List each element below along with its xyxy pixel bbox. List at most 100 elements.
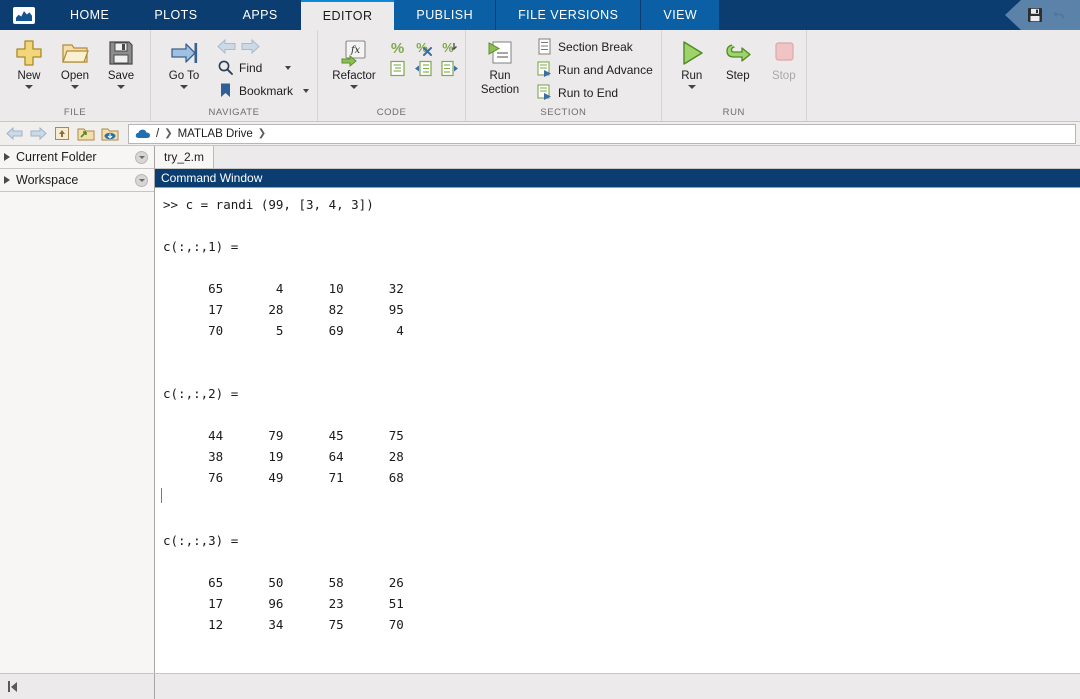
run-section-label-2: Section [480, 84, 520, 96]
ribbon-group-run: Run Step Stop RUN [662, 30, 807, 121]
forward-arrow-icon[interactable] [241, 38, 260, 54]
new-dropdown-caret[interactable] [25, 85, 33, 89]
current-folder-menu-icon[interactable] [135, 150, 148, 164]
workspace-menu-icon[interactable] [135, 173, 148, 187]
run-section-icon [486, 38, 514, 68]
open-label: Open [60, 70, 90, 82]
sidebar-item-workspace[interactable]: Workspace [0, 169, 154, 192]
save-button[interactable]: Save [98, 35, 144, 89]
ribbon-tab-plots[interactable]: PLOTS [132, 0, 221, 30]
run-to-end-button[interactable]: Run to End [534, 82, 655, 103]
new-label: New [17, 70, 41, 82]
run-dropdown-caret[interactable] [687, 85, 696, 89]
tab-bar-filler [720, 0, 1005, 30]
breadcrumb-matlab-drive[interactable]: MATLAB Drive [178, 128, 253, 140]
back-arrow-icon[interactable] [4, 125, 24, 143]
ribbon-tab-view[interactable]: VIEW [641, 0, 721, 30]
new-plus-icon [14, 38, 44, 68]
run-to-end-label: Run to End [558, 85, 619, 100]
section-break-label: Section Break [558, 39, 633, 54]
triangle-right-icon[interactable] [4, 176, 10, 184]
new-button[interactable]: New [6, 35, 52, 89]
breadcrumb-root[interactable]: / [156, 128, 159, 140]
run-and-advance-label: Run and Advance [558, 62, 653, 77]
document-tab-bar: try_2.m [155, 146, 1080, 169]
run-section-button[interactable]: Run Section [474, 35, 526, 96]
address-toolbar: / ❯ MATLAB Drive ❯ [0, 122, 1080, 146]
ribbon-group-run-label: RUN [722, 107, 745, 118]
sidebar-item-current-folder[interactable]: Current Folder [0, 146, 154, 169]
uncomment-percent-icon[interactable]: % [414, 39, 433, 56]
run-advance-icon [537, 61, 552, 77]
indent-left-icon[interactable] [440, 60, 459, 77]
ribbon-group-navigate-label: NAVIGATE [208, 107, 260, 118]
ribbon-tab-home[interactable]: HOME [48, 0, 133, 30]
command-window-output[interactable]: >> c = randi (99, [3, 4, 3]) c(:,:,1) = … [155, 194, 1080, 673]
triangle-right-icon[interactable] [4, 153, 10, 161]
back-arrow-icon[interactable] [217, 38, 236, 54]
ribbon-group-code-label: CODE [376, 107, 407, 118]
status-bar [0, 673, 1080, 699]
search-icon [218, 60, 233, 75]
smart-indent-icon[interactable] [388, 60, 407, 77]
step-arrow-icon [723, 38, 753, 68]
bookmark-button[interactable]: Bookmark [215, 80, 311, 101]
stop-square-icon [769, 38, 799, 68]
find-button[interactable]: Find [215, 57, 311, 78]
ribbon-tab-apps[interactable]: APPS [220, 0, 301, 30]
ribbon-group-code: fx Refactor % % % CODE [318, 30, 467, 121]
comment-percent-icon[interactable]: % [388, 39, 407, 56]
run-and-advance-button[interactable]: Run and Advance [534, 59, 655, 80]
forward-arrow-icon[interactable] [28, 125, 48, 143]
cloud-folder-icon[interactable] [100, 125, 120, 143]
text-caret [161, 488, 162, 503]
ribbon-tab-publish[interactable]: PUBLISH [394, 0, 497, 30]
goto-dropdown-caret[interactable] [180, 85, 188, 89]
collapse-left-icon[interactable] [8, 681, 17, 692]
refactor-label: Refactor [332, 70, 376, 82]
cloud-icon [135, 129, 150, 138]
goto-label: Go To [168, 70, 200, 82]
step-button[interactable]: Step [722, 35, 754, 82]
save-floppy-icon [106, 38, 136, 68]
ribbon-tab-bar: HOME PLOTS APPS EDITOR PUBLISH FILE VERS… [0, 0, 1080, 30]
run-play-icon [677, 38, 707, 68]
browse-folder-icon[interactable] [76, 125, 96, 143]
run-label: Run [681, 70, 703, 82]
open-button[interactable]: Open [52, 35, 98, 89]
save-icon[interactable] [1027, 7, 1043, 23]
refactor-button[interactable]: fx Refactor [326, 35, 382, 89]
ribbon-group-file: New Open Save FILE [0, 30, 151, 121]
status-bar-left [0, 674, 155, 699]
undo-icon[interactable] [1052, 7, 1068, 23]
section-break-icon [538, 38, 551, 55]
path-breadcrumb-bar[interactable]: / ❯ MATLAB Drive ❯ [128, 123, 1076, 144]
ribbon-group-file-label: FILE [63, 107, 87, 118]
find-dropdown-caret[interactable] [285, 65, 292, 70]
refactor-dropdown-caret[interactable] [350, 85, 359, 89]
wrap-comment-icon[interactable]: % [440, 39, 459, 56]
save-dropdown-caret[interactable] [117, 85, 125, 89]
stop-button: Stop [768, 35, 800, 82]
bookmark-dropdown-caret[interactable] [303, 88, 310, 93]
refactor-fx-icon: fx [340, 38, 368, 68]
run-button[interactable]: Run [676, 35, 708, 89]
ribbon-tab-file-versions[interactable]: FILE VERSIONS [496, 0, 642, 30]
goto-button[interactable]: Go To [159, 35, 209, 89]
document-tab-try-2-m[interactable]: try_2.m [155, 146, 215, 168]
command-window-body[interactable]: >> c = randi (99, [3, 4, 3]) c(:,:,1) = … [155, 188, 1080, 673]
main-split: Current Folder Workspace try_2.m Command… [0, 146, 1080, 673]
indent-right-icon[interactable] [414, 60, 433, 77]
svg-text:%: % [391, 40, 404, 56]
up-folder-icon[interactable] [52, 125, 72, 143]
quick-access-toolbar [1005, 0, 1080, 30]
open-dropdown-caret[interactable] [71, 85, 79, 89]
step-label: Step [725, 70, 750, 82]
document-area: try_2.m Command Window >> c = randi (99,… [155, 146, 1080, 673]
bookmark-label: Bookmark [239, 83, 294, 98]
open-folder-icon [60, 38, 90, 68]
matlab-logo-icon[interactable] [0, 0, 48, 30]
ribbon-group-section: Run Section Section Break Run and Advanc… [466, 30, 662, 121]
section-break-button[interactable]: Section Break [534, 36, 655, 57]
ribbon-tab-editor[interactable]: EDITOR [300, 0, 395, 30]
